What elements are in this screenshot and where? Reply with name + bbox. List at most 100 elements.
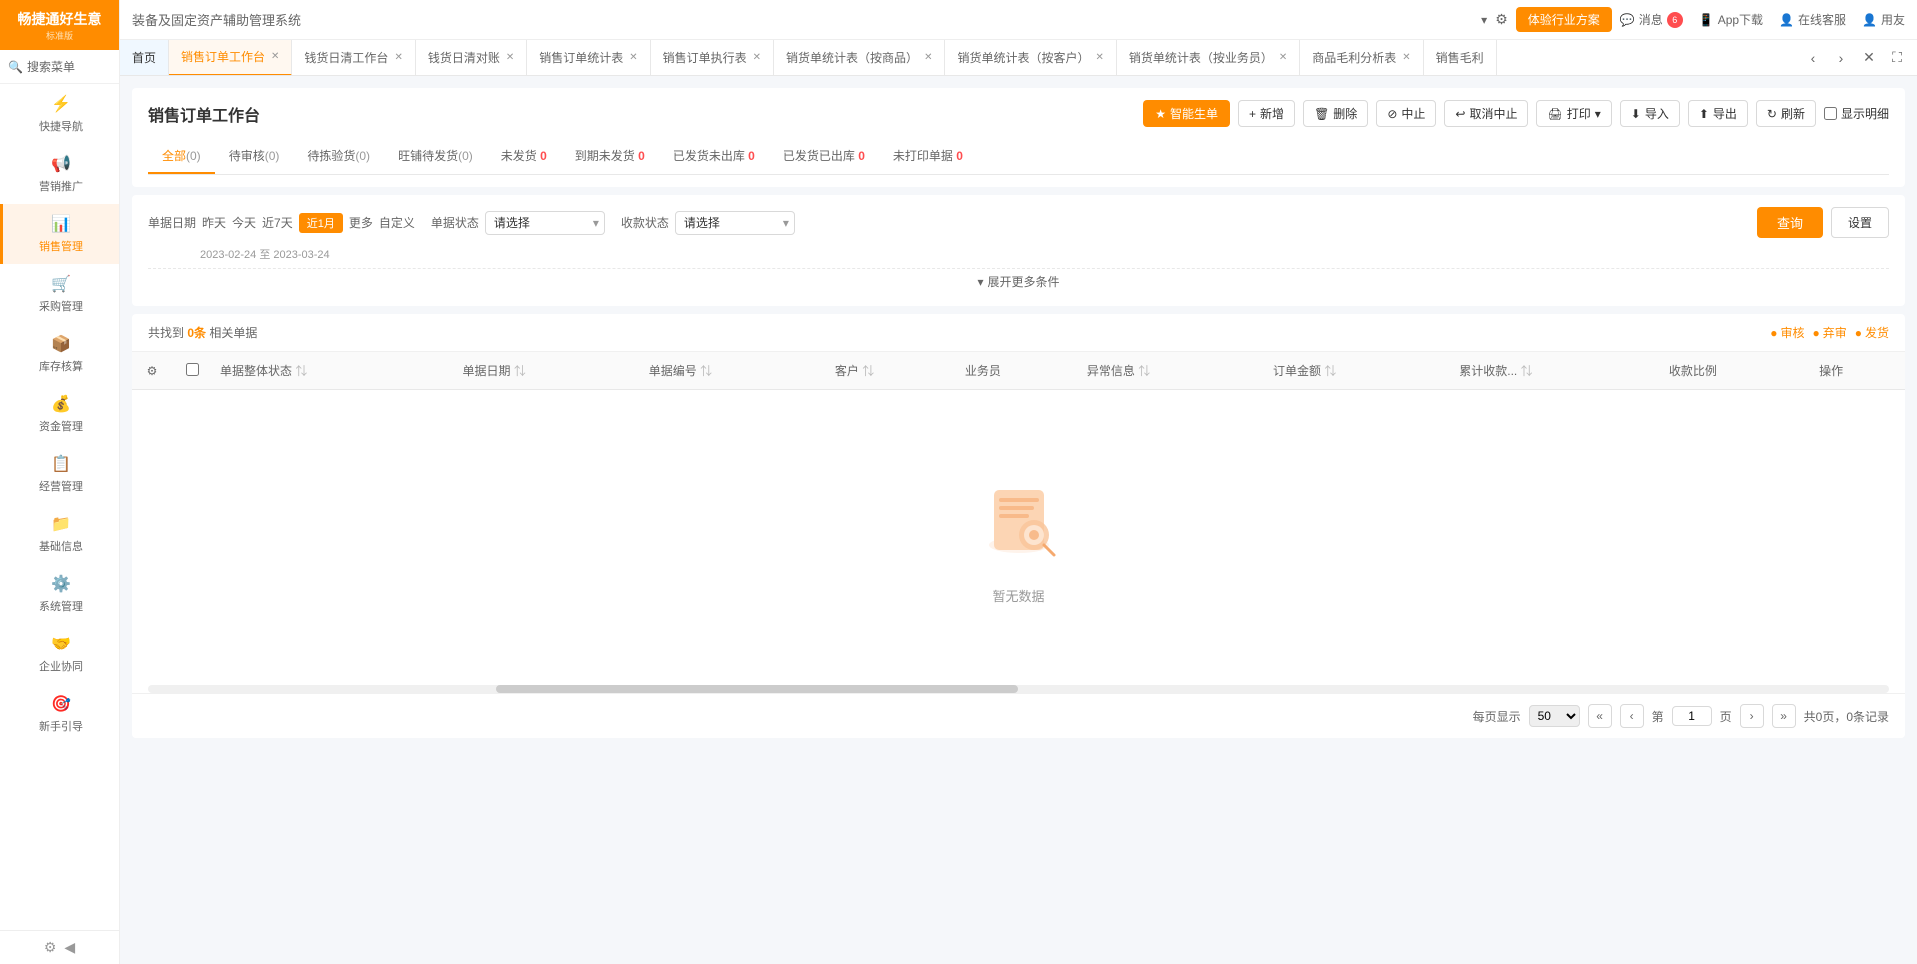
solution-button[interactable]: 体验行业方案 xyxy=(1516,7,1612,32)
last-page-btn[interactable]: » xyxy=(1772,704,1796,728)
show-detail-label[interactable]: 显示明细 xyxy=(1824,105,1889,122)
per-page-select[interactable]: 10 20 50 100 xyxy=(1529,705,1580,727)
user-item[interactable]: 👤 用友 xyxy=(1862,11,1905,28)
action-cancel-review-btn[interactable]: ● 弃审 xyxy=(1812,324,1846,341)
sidebar-item-marketing[interactable]: 📢 营销推广 xyxy=(0,144,119,204)
tab-sales-workbench[interactable]: 销售订单工作台 ✕ xyxy=(169,40,292,76)
filter-payment-select[interactable]: 请选择 xyxy=(675,211,795,235)
tab-cash-reconcile[interactable]: 钱货日清对账 ✕ xyxy=(416,40,527,76)
tab-sales-summary-product-close[interactable]: ✕ xyxy=(924,52,932,63)
settings-bottom-icon[interactable]: ⚙ xyxy=(44,939,57,956)
filter-date-today[interactable]: 今天 xyxy=(232,214,256,231)
tab-sales-stats-close[interactable]: ✕ xyxy=(629,52,637,63)
tab-gross-margin-close[interactable]: ✕ xyxy=(1402,52,1410,63)
topbar-dropdown[interactable]: ▾ xyxy=(1481,13,1487,27)
select-all-checkbox[interactable] xyxy=(186,363,199,376)
sort-status-icon[interactable]: ⇅ xyxy=(295,364,307,378)
sidebar-item-sales[interactable]: 📊 销售管理 xyxy=(0,204,119,264)
prev-page-btn[interactable]: ‹ xyxy=(1620,704,1644,728)
tab-sales-summary-product-label: 销货单统计表（按商品） xyxy=(786,49,918,66)
sub-tab-overdue-not-shipped[interactable]: 到期未发货 0 xyxy=(561,139,659,174)
tabs-scroll-left[interactable]: ‹ xyxy=(1801,46,1825,70)
tabs-fullscreen[interactable]: ⛶ xyxy=(1885,46,1909,70)
col-settings[interactable]: ⚙ xyxy=(132,352,172,390)
filter-payment-select-wrapper[interactable]: 请选择 xyxy=(675,211,795,235)
filter-date-yesterday[interactable]: 昨天 xyxy=(202,214,226,231)
tab-cash-daily[interactable]: 钱货日清工作台 ✕ xyxy=(292,40,415,76)
app-download-item[interactable]: 📱 App下载 xyxy=(1699,11,1763,28)
sub-tab-pending-review[interactable]: 待审核(0) xyxy=(215,139,294,174)
sort-customer-icon[interactable]: ⇅ xyxy=(862,364,874,378)
query-button[interactable]: 查询 xyxy=(1757,207,1823,238)
action-review-btn[interactable]: ● 审核 xyxy=(1770,324,1804,341)
tab-sales-summary-staff-close[interactable]: ✕ xyxy=(1279,52,1287,63)
sidebar-item-inventory[interactable]: 📦 库存核算 xyxy=(0,324,119,384)
sidebar-item-finance[interactable]: 💰 资金管理 xyxy=(0,384,119,444)
sidebar-item-operations[interactable]: 📋 经营管理 xyxy=(0,444,119,504)
next-page-btn[interactable]: › xyxy=(1740,704,1764,728)
page-input[interactable] xyxy=(1672,706,1712,726)
sidebar-item-system[interactable]: ⚙️ 系统管理 xyxy=(0,564,119,624)
refresh-button[interactable]: ↻ 刷新 xyxy=(1756,100,1816,127)
sort-collected-icon[interactable]: ⇅ xyxy=(1521,364,1533,378)
filter-date-custom[interactable]: 自定义 xyxy=(379,214,415,231)
sub-tab-pending-inspect[interactable]: 待拣验货(0) xyxy=(293,139,384,174)
import-button[interactable]: ⬇ 导入 xyxy=(1620,100,1680,127)
tab-sales-summary-staff[interactable]: 销货单统计表（按业务员） ✕ xyxy=(1117,40,1300,76)
filter-date-7days[interactable]: 近7天 xyxy=(262,214,293,231)
tabs-scroll-right[interactable]: › xyxy=(1829,46,1853,70)
sidebar-item-base-info[interactable]: 📁 基础信息 xyxy=(0,504,119,564)
sort-abnormal-icon[interactable]: ⇅ xyxy=(1138,364,1150,378)
print-button[interactable]: 🖨 打印 ▾ xyxy=(1536,100,1611,127)
delete-button[interactable]: 🗑 删除 xyxy=(1303,100,1368,127)
sidebar-item-purchase[interactable]: 🛒 采购管理 xyxy=(0,264,119,324)
online-service-item[interactable]: 👤 在线客服 xyxy=(1779,11,1846,28)
tab-cash-daily-close[interactable]: ✕ xyxy=(394,52,402,63)
sort-date-icon[interactable]: ⇅ xyxy=(514,364,526,378)
sub-tab-not-printed[interactable]: 未打印单据 0 xyxy=(879,139,977,174)
stop-button[interactable]: ⊘ 中止 xyxy=(1376,100,1436,127)
tab-sales-stats[interactable]: 销售订单统计表 ✕ xyxy=(527,40,650,76)
expand-filter-row[interactable]: ▾ 展开更多条件 xyxy=(148,268,1889,294)
tab-sales-workbench-close[interactable]: ✕ xyxy=(271,51,279,62)
tab-home[interactable]: 首页 xyxy=(120,40,169,76)
filter-status-select-wrapper[interactable]: 请选择 xyxy=(485,211,605,235)
tab-sales-exec[interactable]: 销售订单执行表 ✕ xyxy=(651,40,774,76)
filter-date-more[interactable]: 更多 xyxy=(349,214,373,231)
first-page-btn[interactable]: « xyxy=(1588,704,1612,728)
sidebar-item-quick-nav[interactable]: ⚡ 快捷导航 xyxy=(0,84,119,144)
sidebar-item-enterprise[interactable]: 🤝 企业协同 xyxy=(0,624,119,684)
export-button[interactable]: ⬆ 导出 xyxy=(1688,100,1748,127)
tab-sales-summary-customer-close[interactable]: ✕ xyxy=(1095,52,1103,63)
sub-tab-not-shipped[interactable]: 未发货 0 xyxy=(487,139,561,174)
sidebar-item-guide[interactable]: 🎯 新手引导 xyxy=(0,684,119,744)
filter-date-1month[interactable]: 近1月 xyxy=(299,213,343,233)
sidebar-search[interactable]: 🔍 搜索菜单 xyxy=(0,50,119,84)
collapse-icon[interactable]: ◀ xyxy=(64,939,75,956)
sub-tab-all[interactable]: 全部(0) xyxy=(148,139,215,174)
sub-tab-wangpu[interactable]: 旺铺待发货(0) xyxy=(384,139,487,174)
tabs-close-all[interactable]: ✕ xyxy=(1857,46,1881,70)
tab-sales-summary-product[interactable]: 销货单统计表（按商品） ✕ xyxy=(774,40,945,76)
filter-settings-button[interactable]: 设置 xyxy=(1831,207,1889,238)
message-item[interactable]: 💬 消息 6 xyxy=(1620,11,1683,28)
col-checkbox[interactable] xyxy=(172,352,212,390)
tab-sales-profit[interactable]: 销售毛利 xyxy=(1424,40,1497,76)
tab-sales-summary-customer[interactable]: 销货单统计表（按客户） ✕ xyxy=(945,40,1116,76)
tab-sales-exec-close[interactable]: ✕ xyxy=(753,52,761,63)
scrollbar-thumb[interactable] xyxy=(496,685,1018,693)
add-button[interactable]: + 新增 xyxy=(1238,100,1295,127)
smart-gen-button[interactable]: ★ 智能生单 xyxy=(1143,100,1230,127)
action-ship-btn[interactable]: ● 发货 xyxy=(1855,324,1889,341)
topbar-settings-icon[interactable]: ⚙ xyxy=(1495,11,1508,28)
cancel-stop-button[interactable]: ↩ 取消中止 xyxy=(1444,100,1528,127)
tab-gross-margin[interactable]: 商品毛利分析表 ✕ xyxy=(1300,40,1423,76)
sort-amount-icon[interactable]: ⇅ xyxy=(1324,364,1336,378)
filter-status-select[interactable]: 请选择 xyxy=(485,211,605,235)
horizontal-scrollbar[interactable] xyxy=(148,685,1889,693)
sub-tab-shipped-not-out[interactable]: 已发货未出库 0 xyxy=(659,139,769,174)
sub-tab-shipped-out[interactable]: 已发货已出库 0 xyxy=(769,139,879,174)
sort-number-icon[interactable]: ⇅ xyxy=(700,364,712,378)
show-detail-checkbox[interactable] xyxy=(1824,107,1837,120)
tab-cash-reconcile-close[interactable]: ✕ xyxy=(506,52,514,63)
